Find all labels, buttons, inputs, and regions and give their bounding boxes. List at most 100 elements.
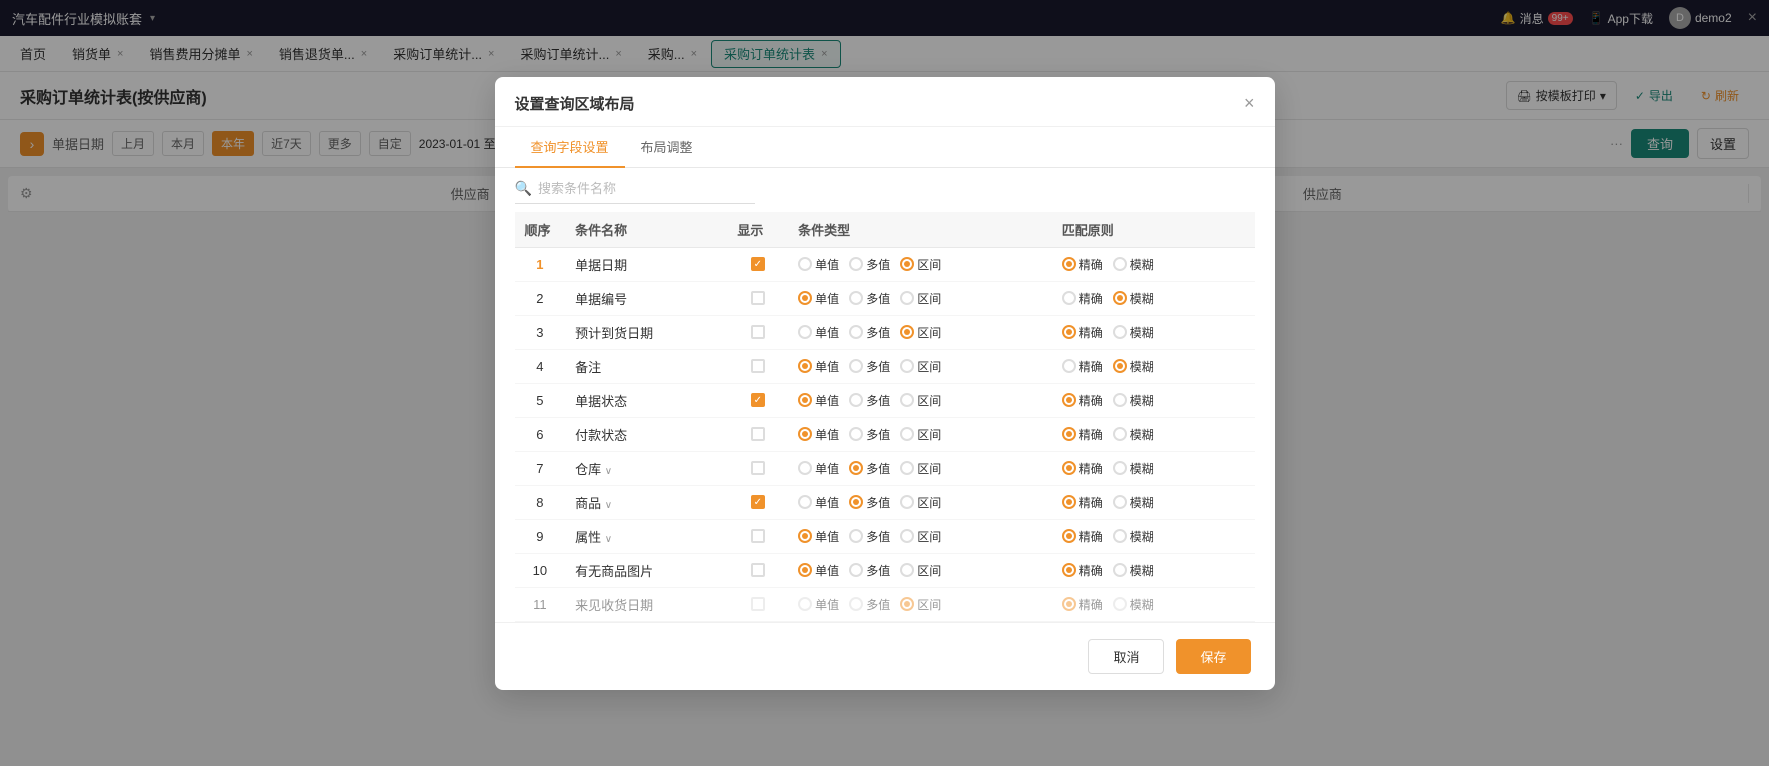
radio-circle bbox=[900, 291, 914, 305]
radio-type-单值[interactable]: 单值 bbox=[798, 596, 839, 613]
display-checkbox[interactable] bbox=[751, 291, 765, 305]
radio-type-多值[interactable]: 多值 bbox=[849, 358, 890, 375]
radio-match-精确[interactable]: 精确 bbox=[1062, 426, 1103, 443]
radio-match-精确[interactable]: 精确 bbox=[1062, 562, 1103, 579]
radio-type-区间[interactable]: 区间 bbox=[900, 290, 941, 307]
radio-type-多值[interactable]: 多值 bbox=[849, 494, 890, 511]
radio-type-多值[interactable]: 多值 bbox=[849, 324, 890, 341]
radio-circle bbox=[849, 461, 863, 475]
save-button[interactable]: 保存 bbox=[1176, 639, 1250, 674]
radio-type-单值[interactable]: 单值 bbox=[798, 528, 839, 545]
cancel-button[interactable]: 取消 bbox=[1088, 639, 1164, 674]
radio-circle bbox=[1113, 597, 1127, 611]
radio-type-多值[interactable]: 多值 bbox=[849, 256, 890, 273]
radio-match-精确[interactable]: 精确 bbox=[1062, 358, 1103, 375]
radio-type-多值[interactable]: 多值 bbox=[849, 426, 890, 443]
radio-type-单值[interactable]: 单值 bbox=[798, 256, 839, 273]
radio-type-单值[interactable]: 单值 bbox=[798, 494, 839, 511]
radio-type-单值[interactable]: 单值 bbox=[798, 358, 839, 375]
radio-type-单值[interactable]: 单值 bbox=[798, 460, 839, 477]
cell-display[interactable] bbox=[727, 349, 788, 383]
cell-display[interactable] bbox=[727, 519, 788, 553]
radio-match-精确[interactable]: 精确 bbox=[1062, 290, 1103, 307]
display-checkbox[interactable] bbox=[751, 427, 765, 441]
radio-match-模糊[interactable]: 模糊 bbox=[1113, 290, 1154, 307]
radio-type-单值[interactable]: 单值 bbox=[798, 324, 839, 341]
radio-type-多值[interactable]: 多值 bbox=[849, 528, 890, 545]
tab-query-fields[interactable]: 查询字段设置 bbox=[515, 127, 625, 168]
radio-type-多值[interactable]: 多值 bbox=[849, 596, 890, 613]
cell-order: 6 bbox=[515, 417, 566, 451]
radio-type-单值[interactable]: 单值 bbox=[798, 392, 839, 409]
cell-match: 精确 模糊 bbox=[1052, 451, 1255, 485]
radio-match-模糊[interactable]: 模糊 bbox=[1113, 256, 1154, 273]
radio-match-模糊[interactable]: 模糊 bbox=[1113, 358, 1154, 375]
radio-match-模糊[interactable]: 模糊 bbox=[1113, 460, 1154, 477]
expand-arrow[interactable]: ∨ bbox=[605, 466, 612, 477]
cell-display[interactable]: ✓ bbox=[727, 247, 788, 281]
radio-type-区间[interactable]: 区间 bbox=[900, 528, 941, 545]
radio-match-模糊[interactable]: 模糊 bbox=[1113, 392, 1154, 409]
radio-match-模糊[interactable]: 模糊 bbox=[1113, 596, 1154, 613]
radio-match-模糊[interactable]: 模糊 bbox=[1113, 562, 1154, 579]
radio-match-模糊[interactable]: 模糊 bbox=[1113, 494, 1154, 511]
display-checkbox[interactable]: ✓ bbox=[751, 257, 765, 271]
cell-display[interactable]: ✓ bbox=[727, 485, 788, 519]
radio-match-模糊[interactable]: 模糊 bbox=[1113, 528, 1154, 545]
radio-type-区间[interactable]: 区间 bbox=[900, 460, 941, 477]
radio-match-精确[interactable]: 精确 bbox=[1062, 392, 1103, 409]
radio-type-多值[interactable]: 多值 bbox=[849, 290, 890, 307]
radio-type-区间[interactable]: 区间 bbox=[900, 562, 941, 579]
cell-display[interactable] bbox=[727, 553, 788, 587]
radio-type-区间[interactable]: 区间 bbox=[900, 358, 941, 375]
cell-display[interactable] bbox=[727, 451, 788, 485]
modal-table: 顺序 条件名称 显示 条件类型 匹配原则 1单据日期✓单值多值区间精确模糊2单据… bbox=[515, 212, 1255, 622]
radio-match-精确[interactable]: 精确 bbox=[1062, 528, 1103, 545]
radio-type-单值[interactable]: 单值 bbox=[798, 290, 839, 307]
radio-match-模糊[interactable]: 模糊 bbox=[1113, 324, 1154, 341]
cell-display[interactable] bbox=[727, 417, 788, 451]
modal-close-button[interactable]: × bbox=[1244, 93, 1255, 114]
cell-display[interactable] bbox=[727, 587, 788, 621]
display-checkbox[interactable] bbox=[751, 563, 765, 577]
radio-label: 精确 bbox=[1079, 596, 1103, 613]
cell-match: 精确模糊 bbox=[1052, 485, 1255, 519]
radio-type-多值[interactable]: 多值 bbox=[849, 392, 890, 409]
expand-arrow[interactable]: ∨ bbox=[605, 534, 612, 545]
radio-match-精确[interactable]: 精确 bbox=[1062, 324, 1103, 341]
cell-display[interactable]: ✓ bbox=[727, 383, 788, 417]
radio-circle bbox=[798, 563, 812, 577]
display-checkbox[interactable] bbox=[751, 359, 765, 373]
radio-type-区间[interactable]: 区间 bbox=[900, 392, 941, 409]
tab-layout[interactable]: 布局调整 bbox=[625, 127, 709, 168]
radio-match-模糊[interactable]: 模糊 bbox=[1113, 426, 1154, 443]
search-input[interactable] bbox=[538, 181, 755, 196]
radio-type-区间[interactable]: 区间 bbox=[900, 324, 941, 341]
radio-match-精确[interactable]: 精确 bbox=[1062, 596, 1103, 613]
radio-label: 模糊 bbox=[1130, 460, 1154, 477]
radio-match-精确[interactable]: 精确 bbox=[1062, 460, 1103, 477]
radio-type-多值[interactable]: 多值 bbox=[849, 460, 890, 477]
radio-type-区间[interactable]: 区间 bbox=[900, 596, 941, 613]
display-checkbox[interactable] bbox=[751, 597, 765, 611]
modal-overlay: 设置查询区域布局 × 查询字段设置 布局调整 🔍 顺序 bbox=[0, 0, 1769, 766]
radio-type-多值[interactable]: 多值 bbox=[849, 562, 890, 579]
radio-type-区间[interactable]: 区间 bbox=[900, 426, 941, 443]
radio-match-精确[interactable]: 精确 bbox=[1062, 256, 1103, 273]
display-checkbox[interactable]: ✓ bbox=[751, 495, 765, 509]
radio-label: 单值 bbox=[815, 562, 839, 579]
radio-label: 多值 bbox=[866, 494, 890, 511]
radio-type-区间[interactable]: 区间 bbox=[900, 256, 941, 273]
radio-type-单值[interactable]: 单值 bbox=[798, 426, 839, 443]
expand-arrow[interactable]: ∨ bbox=[605, 500, 612, 511]
display-checkbox[interactable]: ✓ bbox=[751, 393, 765, 407]
radio-match-精确[interactable]: 精确 bbox=[1062, 494, 1103, 511]
display-checkbox[interactable] bbox=[751, 529, 765, 543]
display-checkbox[interactable] bbox=[751, 461, 765, 475]
cell-display[interactable] bbox=[727, 315, 788, 349]
radio-type-区间[interactable]: 区间 bbox=[900, 494, 941, 511]
cell-display[interactable] bbox=[727, 281, 788, 315]
radio-type-单值[interactable]: 单值 bbox=[798, 562, 839, 579]
cell-match: 精确模糊 bbox=[1052, 281, 1255, 315]
display-checkbox[interactable] bbox=[751, 325, 765, 339]
